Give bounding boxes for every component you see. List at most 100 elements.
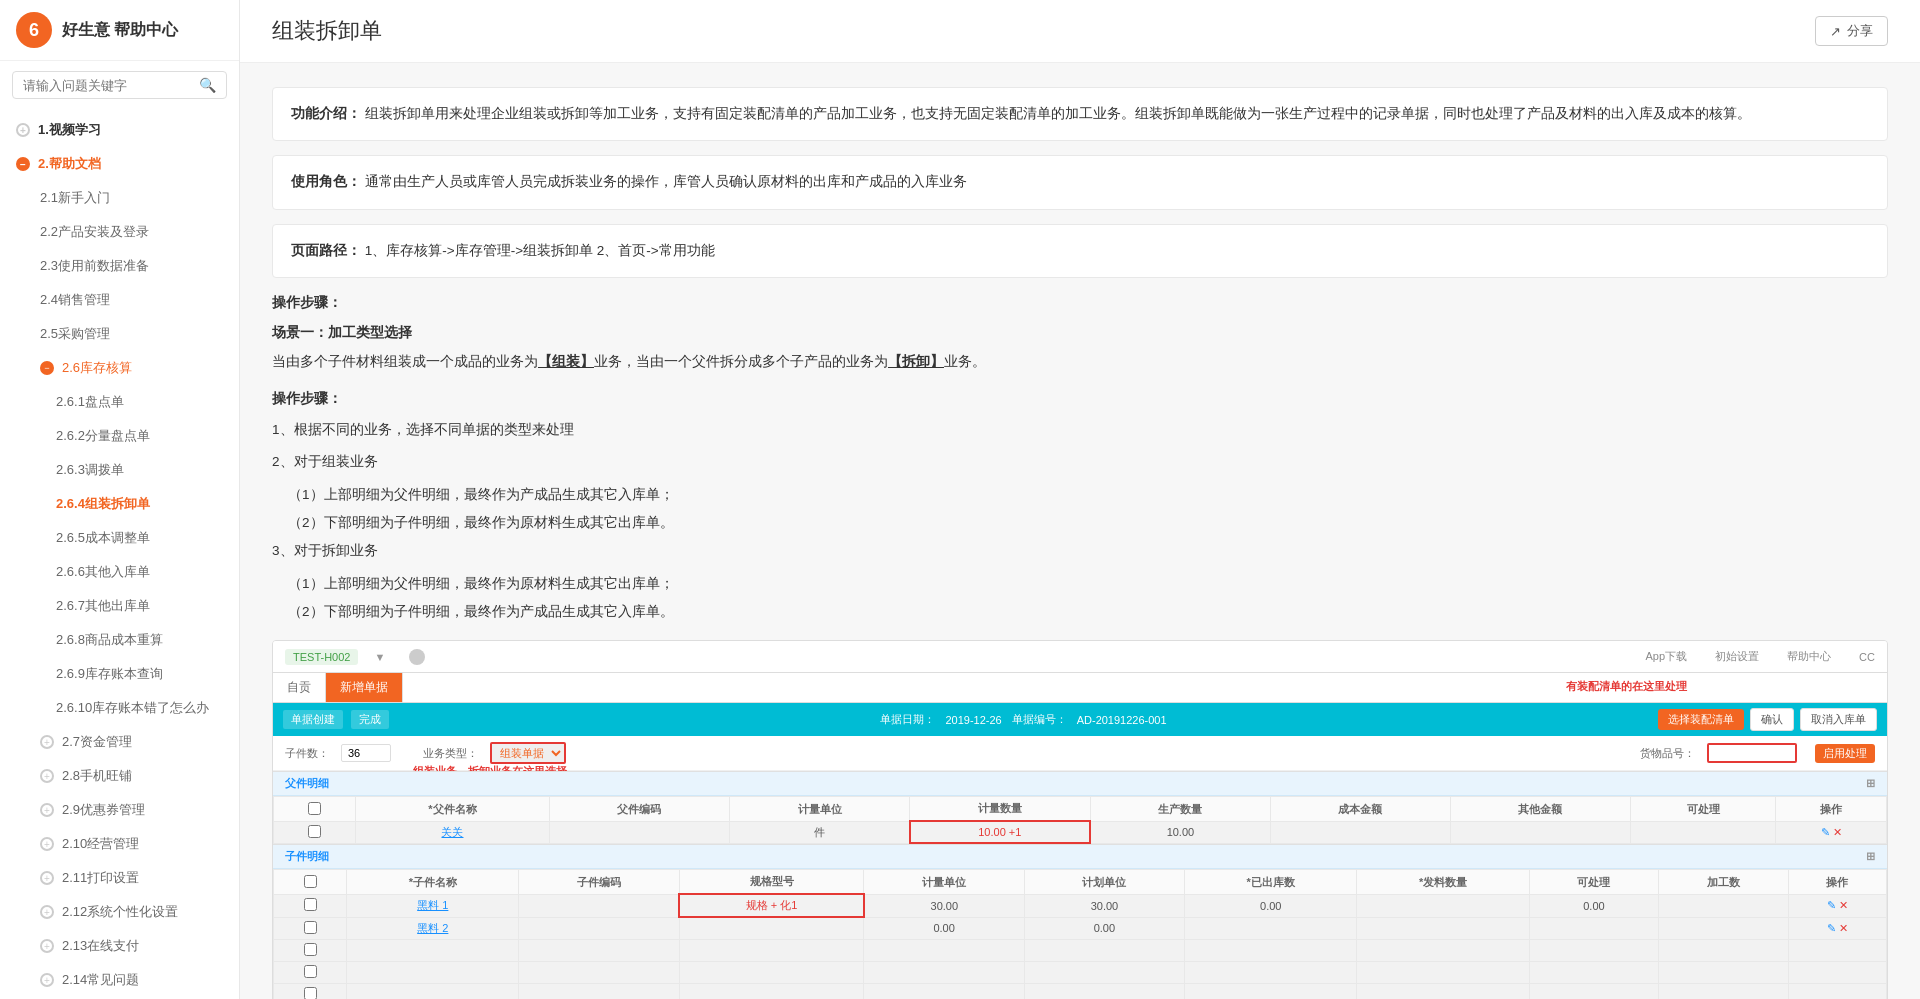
screenshot-count-input[interactable] (341, 744, 391, 762)
sidebar-item-label: 2.6.7其他出库单 (56, 597, 150, 615)
sidebar-item-265[interactable]: 2.6.5成本调整单 (0, 521, 239, 555)
sidebar-item-data-prep[interactable]: 2.3使用前数据准备 (0, 249, 239, 283)
screenshot-help-label: 帮助中心 (1787, 649, 1831, 664)
th-parent-name: *父件名称 (356, 797, 550, 822)
screenshot-tab-new[interactable]: 新增单据 (326, 673, 403, 702)
screenshot-avatar (409, 649, 425, 665)
sidebar-item-262[interactable]: 2.6.2分量盘点单 (0, 419, 239, 453)
sidebar-item-263[interactable]: 2.6.3调拨单 (0, 453, 239, 487)
intro-label-2: 使用角色： (291, 174, 361, 189)
main-content: 组装拆卸单 ↗ 分享 功能介绍： 组装拆卸单用来处理企业组装或拆卸等加工业务，支… (240, 0, 1920, 999)
screenshot-select-btn[interactable]: 选择装配清单 (1658, 709, 1744, 730)
row-cb[interactable] (304, 898, 317, 911)
sidebar-item-label: 2.2产品安装及登录 (40, 223, 149, 241)
th-unit: 计量单位 (729, 797, 909, 822)
sidebar-header: 6 好生意 帮助中心 (0, 0, 239, 61)
select-all-checkbox[interactable] (308, 802, 321, 815)
sidebar-item-label: 2.6.9库存账本查询 (56, 665, 163, 683)
main-header: 组装拆卸单 ↗ 分享 (240, 0, 1920, 63)
mock-screenshot: TEST-H002 ▼ App下载 初始设置 帮助中心 CC 自贡 新增单据 (273, 641, 1887, 999)
row-cb[interactable] (304, 943, 317, 956)
sidebar-item-sales[interactable]: 2.4销售管理 (0, 283, 239, 317)
select-all-lower[interactable] (304, 875, 317, 888)
sidebar-item-211[interactable]: + 2.11打印设置 (0, 861, 239, 895)
td-sub-name2: 黑料 2 (347, 917, 519, 939)
sidebar-item-210[interactable]: + 2.10经营管理 (0, 827, 239, 861)
search-box[interactable]: 🔍 (12, 71, 227, 99)
th-actions: 操作 (1776, 797, 1887, 822)
sidebar-item-help-docs[interactable]: − 2.帮助文档 (0, 147, 239, 181)
td-qty: 10.00 +1 (910, 821, 1091, 843)
row-cb[interactable] (304, 987, 317, 999)
th-parent-code: 父件编码 (549, 797, 729, 822)
screenshot-enable-btn[interactable]: 启用处理 (1815, 744, 1875, 763)
del-btn3[interactable]: ✕ (1839, 922, 1848, 934)
edit-btn2[interactable]: ✎ (1827, 899, 1836, 911)
screenshot-cancel-btn[interactable]: 取消入库单 (1800, 708, 1877, 731)
search-icon[interactable]: 🔍 (199, 77, 216, 93)
sidebar-item-269[interactable]: 2.6.9库存账本查询 (0, 657, 239, 691)
screenshot-action-create[interactable]: 单据创建 (283, 710, 343, 729)
sidebar-item-install[interactable]: 2.2产品安装及登录 (0, 215, 239, 249)
td-cost (1270, 821, 1450, 843)
share-button[interactable]: ↗ 分享 (1815, 16, 1888, 46)
sidebar-item-purchase[interactable]: 2.5采购管理 (0, 317, 239, 351)
edit-btn3[interactable]: ✎ (1827, 922, 1836, 934)
td-unit2: 30.00 (864, 894, 1024, 917)
sidebar-item-266[interactable]: 2.6.6其他入库单 (0, 555, 239, 589)
sidebar-item-label: 2.6.2分量盘点单 (56, 427, 150, 445)
screenshot-tab-home[interactable]: 自贡 (273, 673, 326, 702)
sidebar-item-video[interactable]: + 1.视频学习 (0, 113, 239, 147)
page-title: 组装拆卸单 (272, 16, 382, 46)
screenshot-type-select[interactable]: 组装单据 拆卸单据 (490, 742, 566, 764)
sidebar-item-28[interactable]: + 2.8手机旺铺 (0, 759, 239, 793)
sidebar-item-212[interactable]: + 2.12系统个性化设置 (0, 895, 239, 929)
expand-icon: + (40, 939, 54, 953)
row-cb[interactable] (304, 965, 317, 978)
screenshot-search-input[interactable] (1707, 743, 1797, 763)
th-other: 其他金额 (1450, 797, 1630, 822)
sidebar-item-214[interactable]: + 2.14常见问题 (0, 963, 239, 997)
th-actions2: 操作 (1788, 870, 1887, 895)
sidebar-item-label: 2.6.6其他入库单 (56, 563, 150, 581)
sidebar-item-29[interactable]: + 2.9优惠券管理 (0, 793, 239, 827)
row-cb[interactable] (304, 921, 317, 934)
th-unit2: 计量单位 (864, 870, 1024, 895)
logo-text: 好生意 帮助中心 (62, 20, 178, 41)
intro-text-1: 组装拆卸单用来处理企业组装或拆卸等加工业务，支持有固定装配清单的产品加工业务，也… (365, 106, 1751, 121)
screenshot-topbar: TEST-H002 ▼ App下载 初始设置 帮助中心 CC (273, 641, 1887, 673)
sidebar-item-newbie[interactable]: 2.1新手入门 (0, 181, 239, 215)
collapse-icon: − (16, 157, 30, 171)
step3-sub1: （1）上部明细为父件明细，最终作为原材料生成其它出库单； (288, 572, 1888, 596)
sidebar-item-264[interactable]: 2.6.4组装拆卸单 (0, 487, 239, 521)
screenshot-lower-icon: ⊞ (1866, 850, 1875, 863)
sidebar-item-2610[interactable]: 2.6.10库存账本错了怎么办 (0, 691, 239, 725)
screenshot-confirm-btn[interactable]: 确认 (1750, 708, 1794, 731)
scenario1-desc: 当由多个子件材料组装成一个成品的业务为【组装】业务，当由一个父件拆分成多个子产品… (272, 350, 1888, 374)
sidebar-item-label: 2.帮助文档 (38, 155, 101, 173)
sidebar-item-27[interactable]: + 2.7资金管理 (0, 725, 239, 759)
th-plan-qty: *已出库数 (1185, 870, 1357, 895)
table-row (274, 939, 1887, 961)
delete-btn2[interactable]: ✕ (1839, 899, 1848, 911)
th-issued: *发料数量 (1357, 870, 1529, 895)
td-proc2: 0.00 (1529, 894, 1658, 917)
share-icon: ↗ (1830, 24, 1841, 39)
sidebar-item-label: 2.6.8商品成本重算 (56, 631, 163, 649)
screenshot-action-complete[interactable]: 完成 (351, 710, 389, 729)
sidebar-item-label: 2.6.1盘点单 (56, 393, 124, 411)
edit-btn[interactable]: ✎ (1821, 826, 1830, 838)
th-qty: 计量数量 (910, 797, 1091, 822)
sidebar-item-267[interactable]: 2.6.7其他出库单 (0, 589, 239, 623)
sidebar-item-261[interactable]: 2.6.1盘点单 (0, 385, 239, 419)
expand-icon: + (40, 735, 54, 749)
row-checkbox[interactable] (308, 825, 321, 838)
search-input[interactable] (23, 78, 199, 93)
td-action-btns: ✎ ✕ (1776, 821, 1887, 843)
sidebar-item-inventory[interactable]: − 2.6库存核算 (0, 351, 239, 385)
sidebar-item-213[interactable]: + 2.13在线支付 (0, 929, 239, 963)
screenshot-cc-label: CC (1859, 651, 1875, 663)
screenshot-container: TEST-H002 ▼ App下载 初始设置 帮助中心 CC 自贡 新增单据 (272, 640, 1888, 999)
sidebar-item-268[interactable]: 2.6.8商品成本重算 (0, 623, 239, 657)
delete-btn[interactable]: ✕ (1833, 826, 1842, 838)
